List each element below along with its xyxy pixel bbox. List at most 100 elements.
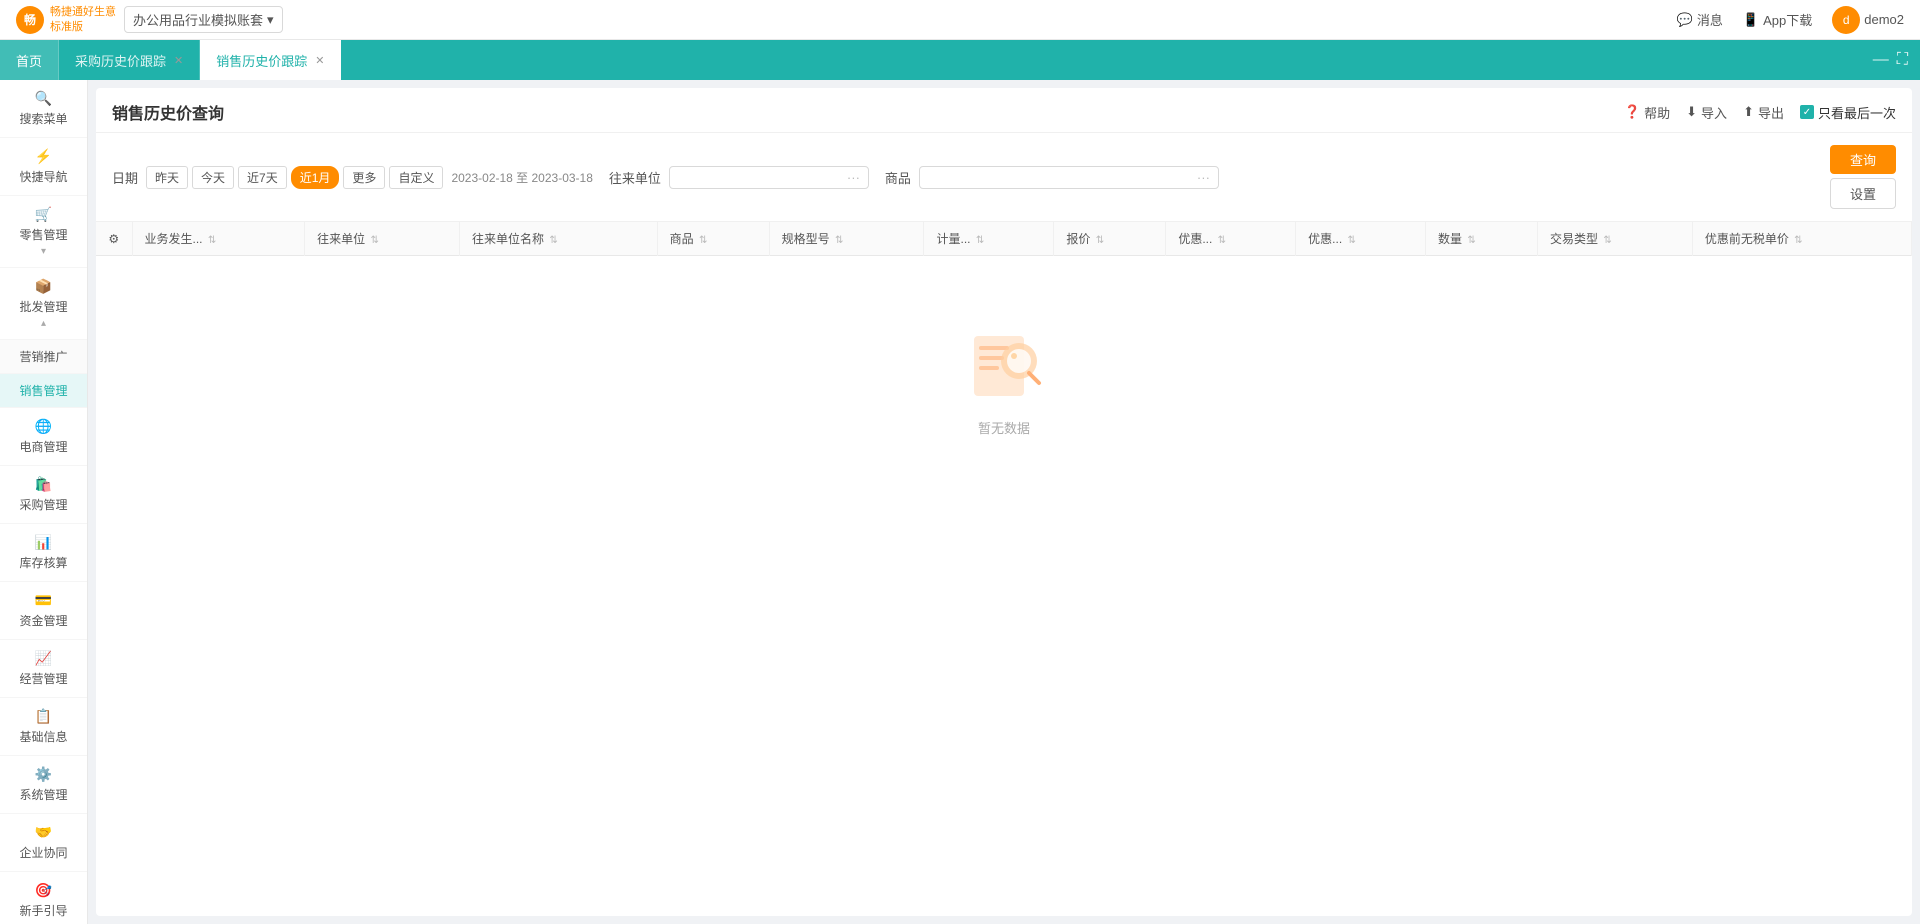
col-discount1[interactable]: 优惠... ⇅: [1166, 222, 1296, 256]
goods-label: 商品: [885, 168, 911, 187]
ecommerce-icon: 🌐: [35, 418, 52, 435]
date-btn-today[interactable]: 今天: [192, 166, 234, 189]
sidebar-item-ecommerce-mgmt[interactable]: 🌐 电商管理: [0, 408, 87, 466]
goods-input[interactable]: ···: [919, 166, 1219, 189]
col-spec[interactable]: 规格型号 ⇅: [769, 222, 924, 256]
export-btn[interactable]: ⬆ 导出: [1743, 103, 1784, 122]
sidebar-item-retail-mgmt[interactable]: 🛒 零售管理 ▾: [0, 196, 87, 268]
col-discount2[interactable]: 优惠... ⇅: [1296, 222, 1426, 256]
sort-icon: ⇅: [371, 235, 379, 246]
account-selector[interactable]: 办公用品行业模拟账套 ▾: [124, 6, 283, 33]
goods-dots: ···: [1197, 170, 1210, 185]
purchase-tab-label: 采购历史价跟踪: [75, 51, 166, 70]
sales-tab-label: 销售历史价跟踪: [216, 51, 307, 70]
operation-icon: 📈: [35, 650, 52, 667]
page-container: 销售历史价查询 ❓ 帮助 ⬇ 导入 ⬆ 导出 ✓: [96, 88, 1912, 916]
date-buttons: 昨天 今天 近7天 近1月 更多 自定义: [146, 166, 443, 189]
search-button[interactable]: 查询: [1830, 145, 1896, 174]
data-table: ⚙ 业务发生... ⇅ 往来单位 ⇅ 往来单位名称 ⇅: [96, 222, 1912, 256]
sidebar-item-finance-mgmt[interactable]: 💳 资金管理: [0, 582, 87, 640]
tab-bar: 首页 采购历史价跟踪 ✕ 销售历史价跟踪 ✕ — ⛶: [0, 40, 1920, 80]
col-goods[interactable]: 商品 ⇅: [657, 222, 769, 256]
date-btn-custom[interactable]: 自定义: [389, 166, 443, 189]
purchase-icon: 🛍️: [35, 476, 52, 493]
sidebar-item-system-mgmt[interactable]: ⚙️ 系统管理: [0, 756, 87, 814]
empty-text: 暂无数据: [978, 418, 1030, 437]
partner-dots: ···: [847, 170, 860, 185]
logo-text: 畅捷通好生意 标准版: [50, 5, 116, 34]
sidebar-item-purchase-mgmt[interactable]: 🛍️ 采购管理: [0, 466, 87, 524]
col-trade-type[interactable]: 交易类型 ⇅: [1537, 222, 1692, 256]
date-btn-yesterday[interactable]: 昨天: [146, 166, 188, 189]
partner-label: 往来单位: [609, 168, 661, 187]
chevron-down-icon: ▾: [41, 246, 46, 257]
sort-icon: ⇅: [976, 235, 984, 246]
tab-purchase-history[interactable]: 采购历史价跟踪 ✕: [59, 40, 200, 80]
sidebar-item-quick-nav[interactable]: ⚡ 快捷导航: [0, 138, 87, 196]
col-partner-name[interactable]: 往来单位名称 ⇅: [460, 222, 658, 256]
tab-maximize-icon[interactable]: ⛶: [1897, 51, 1908, 69]
message-icon: 💬: [1677, 12, 1693, 28]
sidebar-item-new-guide[interactable]: 🎯 新手引导: [0, 872, 87, 924]
tab-close-purchase[interactable]: ✕: [174, 54, 183, 67]
table-header-row: ⚙ 业务发生... ⇅ 往来单位 ⇅ 往来单位名称 ⇅: [96, 222, 1912, 256]
page-header-actions: ❓ 帮助 ⬇ 导入 ⬆ 导出 ✓ 只看最后一次: [1624, 103, 1896, 122]
sort-icon: ⇅: [1467, 235, 1475, 246]
wholesale-icon: 📦: [35, 278, 52, 295]
partner-filter-group: 往来单位 ···: [609, 166, 869, 189]
collab-icon: 🤝: [35, 824, 52, 841]
tab-home[interactable]: 首页: [0, 40, 59, 80]
only-last-checkbox[interactable]: ✓ 只看最后一次: [1800, 103, 1896, 122]
tab-sales-history[interactable]: 销售历史价跟踪 ✕: [200, 40, 341, 80]
filter-area: 日期 昨天 今天 近7天 近1月 更多 自定义 2023-02-18 至 202…: [96, 133, 1912, 222]
message-btn[interactable]: 💬 消息: [1677, 10, 1723, 29]
checkbox-icon: ✓: [1800, 105, 1814, 119]
sidebar-item-marketing[interactable]: 营销推广: [0, 340, 87, 374]
sort-icon: ⇅: [208, 235, 216, 246]
sidebar-item-enterprise-collab[interactable]: 🤝 企业协同: [0, 814, 87, 872]
help-btn[interactable]: ❓ 帮助: [1624, 103, 1670, 122]
col-partner-code[interactable]: 往来单位 ⇅: [305, 222, 460, 256]
sort-icon: ⇅: [1794, 235, 1802, 246]
search-icon: 🔍: [35, 90, 52, 107]
col-settings[interactable]: ⚙: [96, 222, 132, 256]
tab-minimize-icon[interactable]: —: [1873, 51, 1889, 69]
chevron-up-icon: ▴: [41, 318, 46, 329]
content-area: 销售历史价查询 ❓ 帮助 ⬇ 导入 ⬆ 导出 ✓: [88, 80, 1920, 924]
sidebar-item-sales-mgmt[interactable]: 销售管理: [0, 374, 87, 408]
sidebar: 🔍 搜索菜单 ⚡ 快捷导航 🛒 零售管理 ▾ 📦 批发管理 ▴ 营销推广 销售管…: [0, 80, 88, 924]
header-left: 畅 畅捷通好生意 标准版 办公用品行业模拟账套 ▾: [16, 5, 283, 34]
finance-icon: 💳: [35, 592, 52, 609]
col-price[interactable]: 报价 ⇅: [1054, 222, 1166, 256]
sort-icon: ⇅: [549, 235, 557, 246]
tab-close-sales[interactable]: ✕: [315, 54, 324, 67]
date-filter-label: 日期: [112, 168, 138, 187]
sidebar-sub-wholesale: 营销推广 销售管理: [0, 340, 87, 408]
sidebar-item-inventory-check[interactable]: 📊 库存核算: [0, 524, 87, 582]
user-profile[interactable]: d demo2: [1832, 6, 1904, 34]
empty-illustration: [954, 316, 1054, 406]
sidebar-item-wholesale-mgmt[interactable]: 📦 批发管理 ▴: [0, 268, 87, 340]
sidebar-item-search-menu[interactable]: 🔍 搜索菜单: [0, 80, 87, 138]
sort-icon: ⇅: [835, 235, 843, 246]
top-header: 畅 畅捷通好生意 标准版 办公用品行业模拟账套 ▾ 💬 消息 📱 App下载 d…: [0, 0, 1920, 40]
setting-button[interactable]: 设置: [1830, 178, 1896, 209]
guide-icon: 🎯: [35, 882, 52, 899]
app-download-btn[interactable]: 📱 App下载: [1743, 10, 1812, 29]
date-btn-more[interactable]: 更多: [343, 166, 385, 189]
import-btn[interactable]: ⬇ 导入: [1686, 103, 1727, 122]
sort-icon: ⇅: [1348, 235, 1356, 246]
col-business-date[interactable]: 业务发生... ⇅: [132, 222, 305, 256]
sidebar-item-operation-mgmt[interactable]: 📈 经营管理: [0, 640, 87, 698]
export-icon: ⬆: [1743, 104, 1754, 120]
goods-filter-group: 商品 ···: [885, 166, 1219, 189]
partner-input[interactable]: ···: [669, 166, 869, 189]
date-filter-group: 日期 昨天 今天 近7天 近1月 更多 自定义 2023-02-18 至 202…: [112, 166, 593, 189]
sidebar-item-basic-info[interactable]: 📋 基础信息: [0, 698, 87, 756]
quick-nav-icon: ⚡: [35, 148, 52, 165]
date-btn-7days[interactable]: 近7天: [238, 166, 287, 189]
col-pretax-price[interactable]: 优惠前无税单价 ⇅: [1692, 222, 1911, 256]
date-btn-1month[interactable]: 近1月: [291, 166, 340, 189]
col-unit[interactable]: 计量... ⇅: [924, 222, 1054, 256]
col-quantity[interactable]: 数量 ⇅: [1426, 222, 1538, 256]
